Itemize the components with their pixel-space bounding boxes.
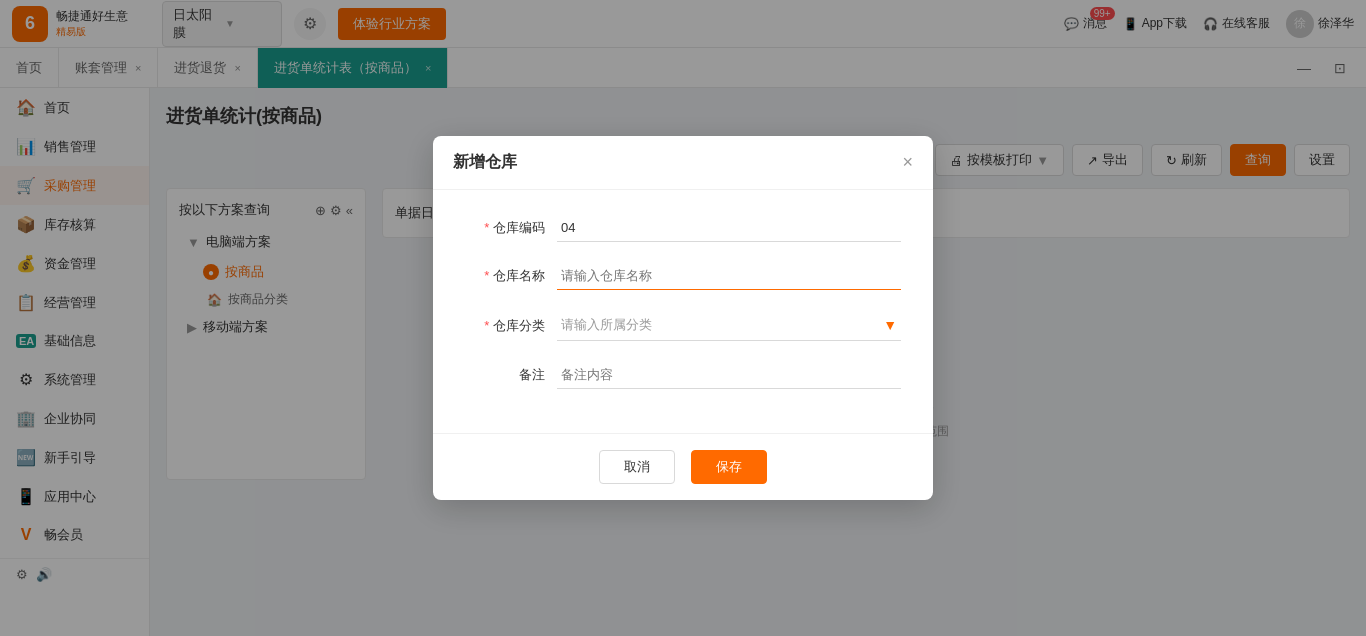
form-row-name: 仓库名称	[465, 262, 901, 290]
form-row-code: 仓库编码	[465, 214, 901, 242]
modal-title: 新增仓库	[453, 152, 517, 173]
code-input[interactable]	[557, 214, 901, 242]
name-label: 仓库名称	[465, 267, 545, 285]
modal-body: 仓库编码 仓库名称 仓库分类 请输入所属分类 ▼ 备注	[433, 190, 933, 433]
name-input[interactable]	[557, 262, 901, 290]
category-select[interactable]: 请输入所属分类 ▼	[557, 310, 901, 341]
new-warehouse-modal: 新增仓库 × 仓库编码 仓库名称 仓库分类 请输入所属分类 ▼	[433, 136, 933, 500]
modal-close-button[interactable]: ×	[902, 152, 913, 173]
form-row-remark: 备注	[465, 361, 901, 389]
form-row-category: 仓库分类 请输入所属分类 ▼	[465, 310, 901, 341]
cancel-button[interactable]: 取消	[599, 450, 675, 484]
remark-label: 备注	[465, 366, 545, 384]
save-button[interactable]: 保存	[691, 450, 767, 484]
modal-overlay: 新增仓库 × 仓库编码 仓库名称 仓库分类 请输入所属分类 ▼	[0, 0, 1366, 636]
code-label: 仓库编码	[465, 219, 545, 237]
modal-header: 新增仓库 ×	[433, 136, 933, 190]
modal-footer: 取消 保存	[433, 433, 933, 500]
remark-input[interactable]	[557, 361, 901, 389]
category-label: 仓库分类	[465, 317, 545, 335]
category-arrow-icon: ▼	[883, 317, 897, 333]
